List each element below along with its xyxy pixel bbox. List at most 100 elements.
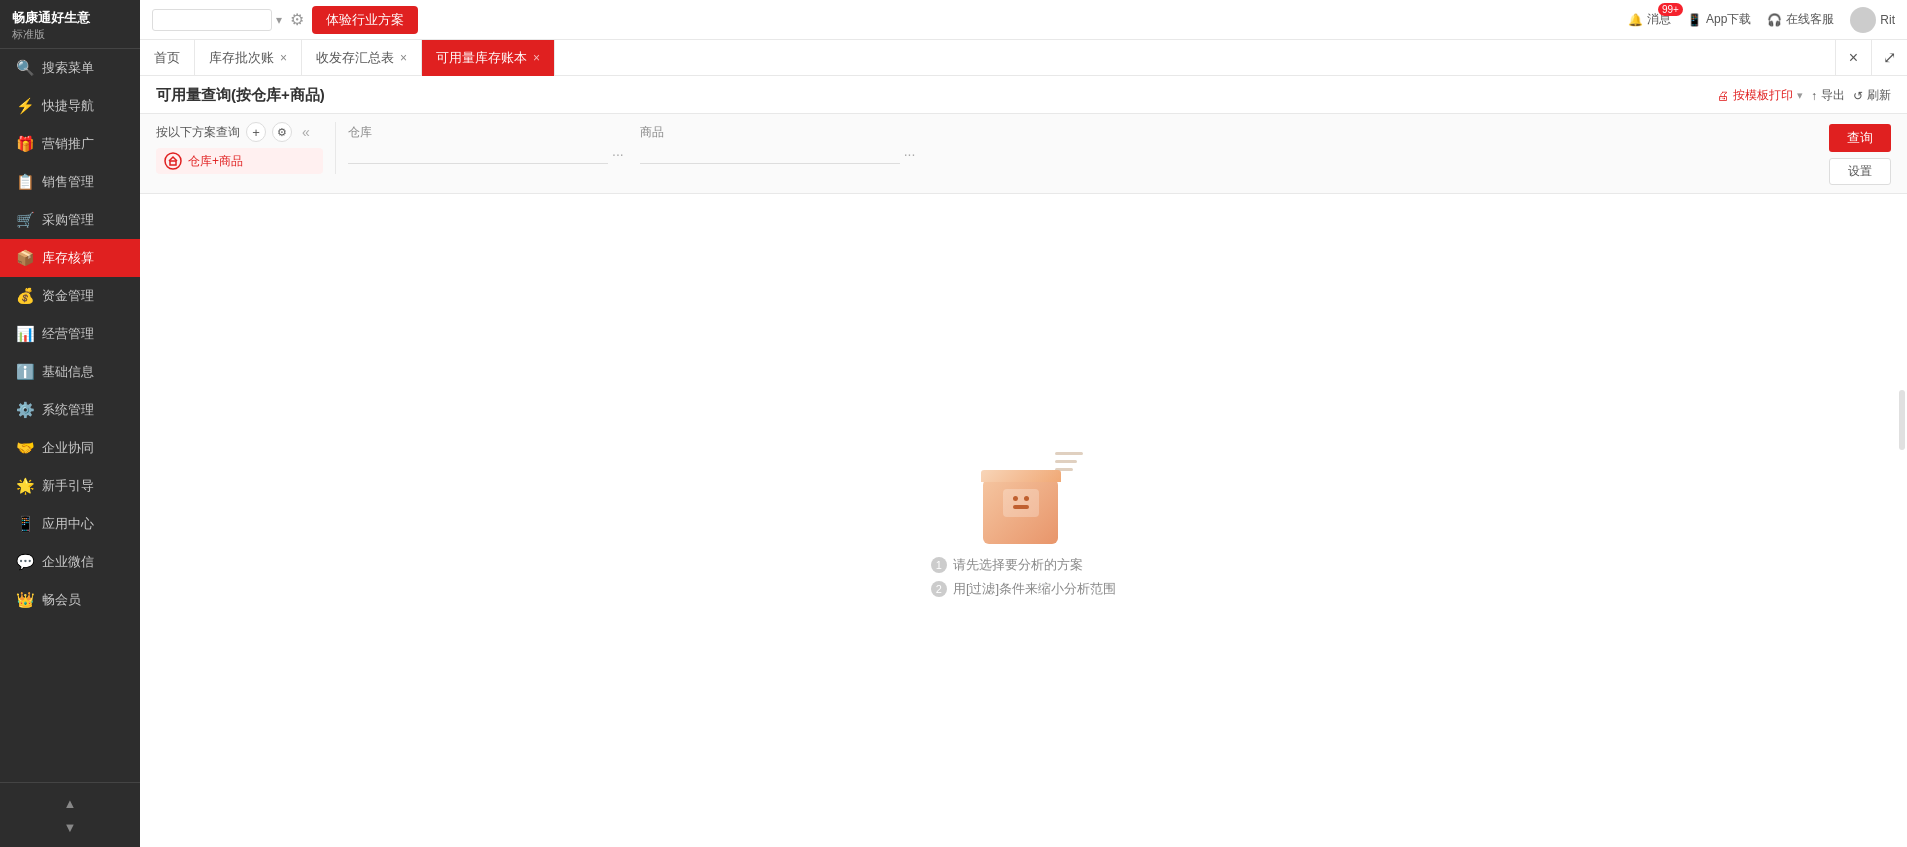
tab-collect-summary[interactable]: 收发存汇总表 × [302,40,422,76]
sidebar-item-quick-nav[interactable]: ⚡ 快捷导航 [0,87,140,125]
clipboard-icon: 📋 [16,173,34,191]
sidebar-item-inventory[interactable]: 📦 库存核算 [0,239,140,277]
empty-tip-1: 1 请先选择要分析的方案 [931,556,1116,574]
sidebar-item-sales[interactable]: 📋 销售管理 [0,163,140,201]
sidebar-item-label: 新手引导 [42,477,94,495]
chevron-down-icon[interactable]: ▾ [276,13,282,27]
headset-icon: 🎧 [1767,13,1782,27]
scheme-warehouse-icon [164,152,182,170]
product-filter-group: 商品 ··· [640,124,916,164]
action-bar: 查询 设置 [1829,122,1891,185]
sidebar-item-finance[interactable]: 💰 资金管理 [0,277,140,315]
export-btn[interactable]: ↑ 导出 [1811,87,1845,104]
sidebar-item-marketing[interactable]: 🎁 营销推广 [0,125,140,163]
tab-available-ledger[interactable]: 可用量库存账本 × [422,40,555,76]
chart-icon: 📊 [16,325,34,343]
sidebar-item-label: 销售管理 [42,173,94,191]
filter-settings-btn[interactable]: 设置 [1829,158,1891,185]
tip-num-2: 2 [931,581,947,597]
gift-icon: 🎁 [16,135,34,153]
settings-icon[interactable]: ⚙ [290,10,304,29]
empty-state: 1 请先选择要分析的方案 2 用[过滤]条件来缩小分析范围 [931,444,1116,598]
lightning-icon: ⚡ [16,97,34,115]
refresh-btn[interactable]: ↺ 刷新 [1853,87,1891,104]
sidebar-scroll-up-btn[interactable]: ▲ [0,791,140,815]
sidebar-item-label: 系统管理 [42,401,94,419]
refresh-icon: ↺ [1853,89,1863,103]
printer-icon: 🖨 [1717,89,1729,103]
content-area: 1 请先选择要分析的方案 2 用[过滤]条件来缩小分析范围 [140,194,1907,847]
empty-tips: 1 请先选择要分析的方案 2 用[过滤]条件来缩小分析范围 [931,556,1116,598]
sidebar-item-operation[interactable]: 📊 经营管理 [0,315,140,353]
app-download-btn[interactable]: 📱 App下载 [1687,11,1751,28]
page-title: 可用量查询(按仓库+商品) [156,86,325,105]
filter-area: 按以下方案查询 + ⚙ « 仓库+商品 仓库 [140,114,1907,194]
sidebar-item-member[interactable]: 👑 畅会员 [0,581,140,619]
industry-btn[interactable]: 体验行业方案 [312,6,418,34]
product-label: 商品 [640,124,916,141]
warehouse-more-icon[interactable]: ··· [612,146,624,162]
sidebar-item-label: 基础信息 [42,363,94,381]
refresh-label: 刷新 [1867,87,1891,104]
print-btn[interactable]: 🖨 按模板打印 ▾ [1717,87,1803,104]
user-menu[interactable]: Rit [1850,7,1895,33]
message-btn[interactable]: 🔔 消息 99+ [1628,11,1671,28]
export-icon: ↑ [1811,89,1817,103]
sidebar-item-enterprise[interactable]: 🤝 企业协同 [0,429,140,467]
sidebar-item-label: 应用中心 [42,515,94,533]
box-icon: 📦 [16,249,34,267]
tab-inventory-batch-close[interactable]: × [280,51,287,65]
scheme-item-warehouse-product[interactable]: 仓库+商品 [156,148,323,174]
edit-scheme-btn[interactable]: ⚙ [272,122,292,142]
sidebar-item-wechat[interactable]: 💬 企业微信 [0,543,140,581]
tab-collect-summary-close[interactable]: × [400,51,407,65]
query-btn[interactable]: 查询 [1829,124,1891,152]
topbar-search-input[interactable] [152,9,272,31]
chat-icon: 💬 [16,553,34,571]
collapse-icon[interactable]: « [302,124,310,140]
topbar: ▾ ⚙ 体验行业方案 🔔 消息 99+ 📱 App下载 🎧 在线客服 Rit [140,0,1907,40]
export-label: 导出 [1821,87,1845,104]
sidebar-item-label: 搜索菜单 [42,59,94,77]
sidebar-item-label: 快捷导航 [42,97,94,115]
tab-collect-summary-label: 收发存汇总表 [316,49,394,67]
empty-illustration [973,444,1073,544]
sidebar-item-purchase[interactable]: 🛒 采购管理 [0,201,140,239]
tabs-maximize-btn[interactable]: ⤢ [1871,40,1907,76]
tab-home[interactable]: 首页 [140,40,195,76]
sidebar-item-label: 采购管理 [42,211,94,229]
tabs-close-all-btn[interactable]: × [1835,40,1871,76]
right-scrollbar[interactable] [1899,390,1905,450]
warehouse-input[interactable] [348,143,608,164]
sidebar-item-newbie[interactable]: 🌟 新手引导 [0,467,140,505]
tab-available-ledger-close[interactable]: × [533,51,540,65]
sidebar-item-system[interactable]: ⚙️ 系统管理 [0,391,140,429]
sidebar: 畅康通好生意 标准版 🔍 搜索菜单 ⚡ 快捷导航 🎁 营销推广 📋 销售管理 🛒… [0,0,140,847]
crown-icon: 👑 [16,591,34,609]
sidebar-item-search[interactable]: 🔍 搜索菜单 [0,49,140,87]
avatar [1850,7,1876,33]
filter-scheme-header: 按以下方案查询 + ⚙ « [156,122,323,142]
app-download-label: App下载 [1706,11,1751,28]
print-chevron-icon: ▾ [1797,89,1803,102]
sidebar-item-app-center[interactable]: 📱 应用中心 [0,505,140,543]
tabs-right-actions: × ⤢ [1835,40,1907,76]
tip-text-2: 用[过滤]条件来缩小分析范围 [953,580,1116,598]
phone-icon: 📱 [1687,13,1702,27]
tab-inventory-batch[interactable]: 库存批次账 × [195,40,302,76]
online-service-btn[interactable]: 🎧 在线客服 [1767,11,1834,28]
product-more-icon[interactable]: ··· [904,146,916,162]
search-icon: 🔍 [16,59,34,77]
topbar-search: ▾ [152,9,282,31]
sidebar-item-label: 资金管理 [42,287,94,305]
filter-scheme-title: 按以下方案查询 [156,124,240,141]
product-input[interactable] [640,143,900,164]
sidebar-scroll-down-btn[interactable]: ▼ [0,815,140,839]
gear-icon: ⚙️ [16,401,34,419]
tip-num-1: 1 [931,557,947,573]
add-scheme-btn[interactable]: + [246,122,266,142]
sidebar-item-label: 营销推广 [42,135,94,153]
sidebar-item-basic-info[interactable]: ℹ️ 基础信息 [0,353,140,391]
sidebar-logo: 畅康通好生意 标准版 [0,0,140,49]
tabs-bar: 首页 库存批次账 × 收发存汇总表 × 可用量库存账本 × × ⤢ [140,40,1907,76]
